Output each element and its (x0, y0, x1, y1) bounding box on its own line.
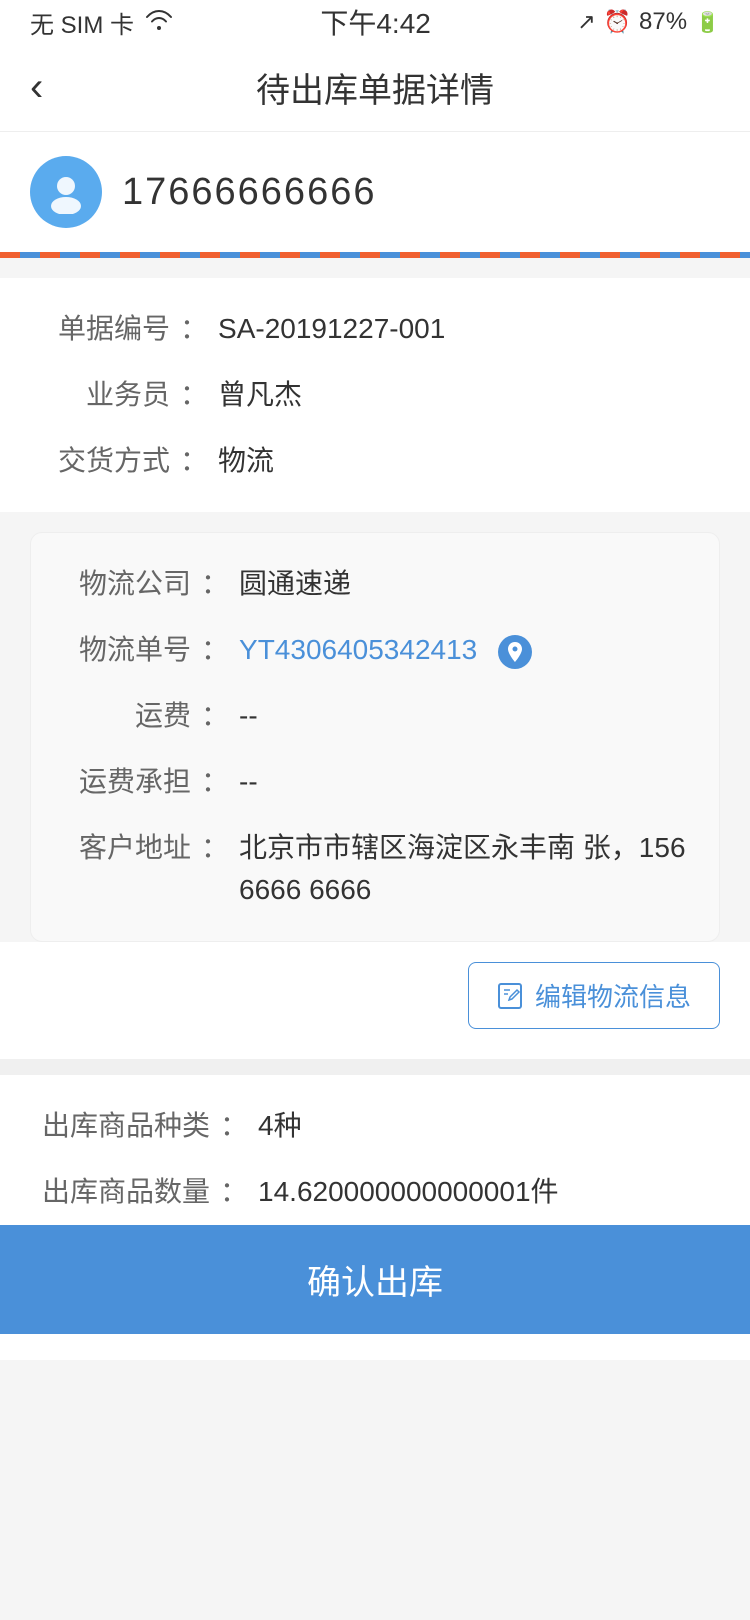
user-header: 17666666666 (0, 132, 750, 252)
section-divider (0, 1059, 750, 1075)
info-row-document-number: 单据编号 ： SA-20191227-001 (40, 308, 710, 350)
value-tracking-number: YT4306405342413 (239, 629, 689, 671)
edit-icon (497, 982, 525, 1010)
info-row-goods-quantity: 出库商品数量 ： 14.620000000000001件 (40, 1171, 710, 1213)
value-freight: -- (239, 695, 689, 737)
alarm-icon: ⏰ (604, 9, 631, 35)
label-logistics-company: 物流公司 (61, 563, 191, 605)
label-customer-address: 客户地址 (61, 827, 191, 911)
edit-logistics-area: 编辑物流信息 (0, 942, 750, 1059)
label-tracking-number: 物流单号 (61, 629, 191, 671)
location-pin-icon[interactable] (497, 634, 533, 670)
confirm-button-label: 确认出库 (307, 1264, 443, 1302)
info-row-freight: 运费 ： -- (61, 695, 689, 737)
status-left: 无 SIM 卡 (30, 5, 174, 40)
value-logistics-company: 圆通速递 (239, 563, 689, 605)
info-row-tracking-number: 物流单号 ： YT4306405342413 (61, 629, 689, 671)
carrier-text: 无 SIM 卡 (30, 5, 134, 40)
info-row-logistics-company: 物流公司 ： 圆通速递 (61, 563, 689, 605)
edit-logistics-button[interactable]: 编辑物流信息 (468, 962, 720, 1029)
value-salesperson: 曾凡杰 (218, 374, 710, 416)
location-status-icon: ↗ (577, 9, 595, 35)
dashed-divider (0, 252, 750, 258)
back-button[interactable]: ‹ (30, 65, 90, 110)
battery-text: 87% (639, 8, 687, 36)
value-goods-types: 4种 (258, 1105, 710, 1147)
info-row-delivery-method: 交货方式 ： 物流 (40, 440, 710, 482)
value-customer-address: 北京市市辖区海淀区永丰南 张，156 6666 6666 (239, 827, 689, 911)
status-time: 下午4:42 (320, 2, 431, 42)
nav-bar: ‹ 待出库单据详情 (0, 44, 750, 132)
label-freight: 运费 (61, 695, 191, 737)
status-bar: 无 SIM 卡 下午4:42 ↗ ⏰ 87% 🔋 (0, 0, 750, 44)
info-row-freight-bearer: 运费承担 ： -- (61, 761, 689, 803)
label-delivery-method: 交货方式 (40, 440, 170, 482)
user-phone: 17666666666 (122, 171, 376, 214)
basic-info-section: 单据编号 ： SA-20191227-001 业务员 ： 曾凡杰 交货方式 ： … (0, 278, 750, 512)
info-row-goods-types: 出库商品种类 ： 4种 (40, 1105, 710, 1147)
label-goods-quantity: 出库商品数量 (40, 1171, 210, 1213)
avatar (30, 156, 102, 228)
value-freight-bearer: -- (239, 761, 689, 803)
label-document-number: 单据编号 (40, 308, 170, 350)
label-salesperson: 业务员 (40, 374, 170, 416)
info-row-customer-address: 客户地址 ： 北京市市辖区海淀区永丰南 张，156 6666 6666 (61, 827, 689, 911)
wifi-icon (144, 8, 174, 37)
bottom-fill (0, 1360, 750, 1620)
label-freight-bearer: 运费承担 (61, 761, 191, 803)
status-right: ↗ ⏰ 87% 🔋 (577, 8, 720, 36)
logistics-card: 物流公司 ： 圆通速递 物流单号 ： YT4306405342413 运费 ： … (30, 532, 720, 942)
value-document-number: SA-20191227-001 (218, 308, 710, 350)
edit-logistics-label: 编辑物流信息 (535, 977, 691, 1014)
goods-info-section: 出库商品种类 ： 4种 出库商品数量 ： 14.620000000000001件 (0, 1075, 750, 1243)
label-goods-types: 出库商品种类 (40, 1105, 210, 1147)
value-goods-quantity: 14.620000000000001件 (258, 1171, 710, 1213)
info-row-salesperson: 业务员 ： 曾凡杰 (40, 374, 710, 416)
value-delivery-method: 物流 (218, 440, 710, 482)
page-title: 待出库单据详情 (256, 63, 494, 112)
battery-icon: 🔋 (695, 10, 720, 35)
confirm-button-area[interactable]: 确认出库 (0, 1225, 750, 1334)
